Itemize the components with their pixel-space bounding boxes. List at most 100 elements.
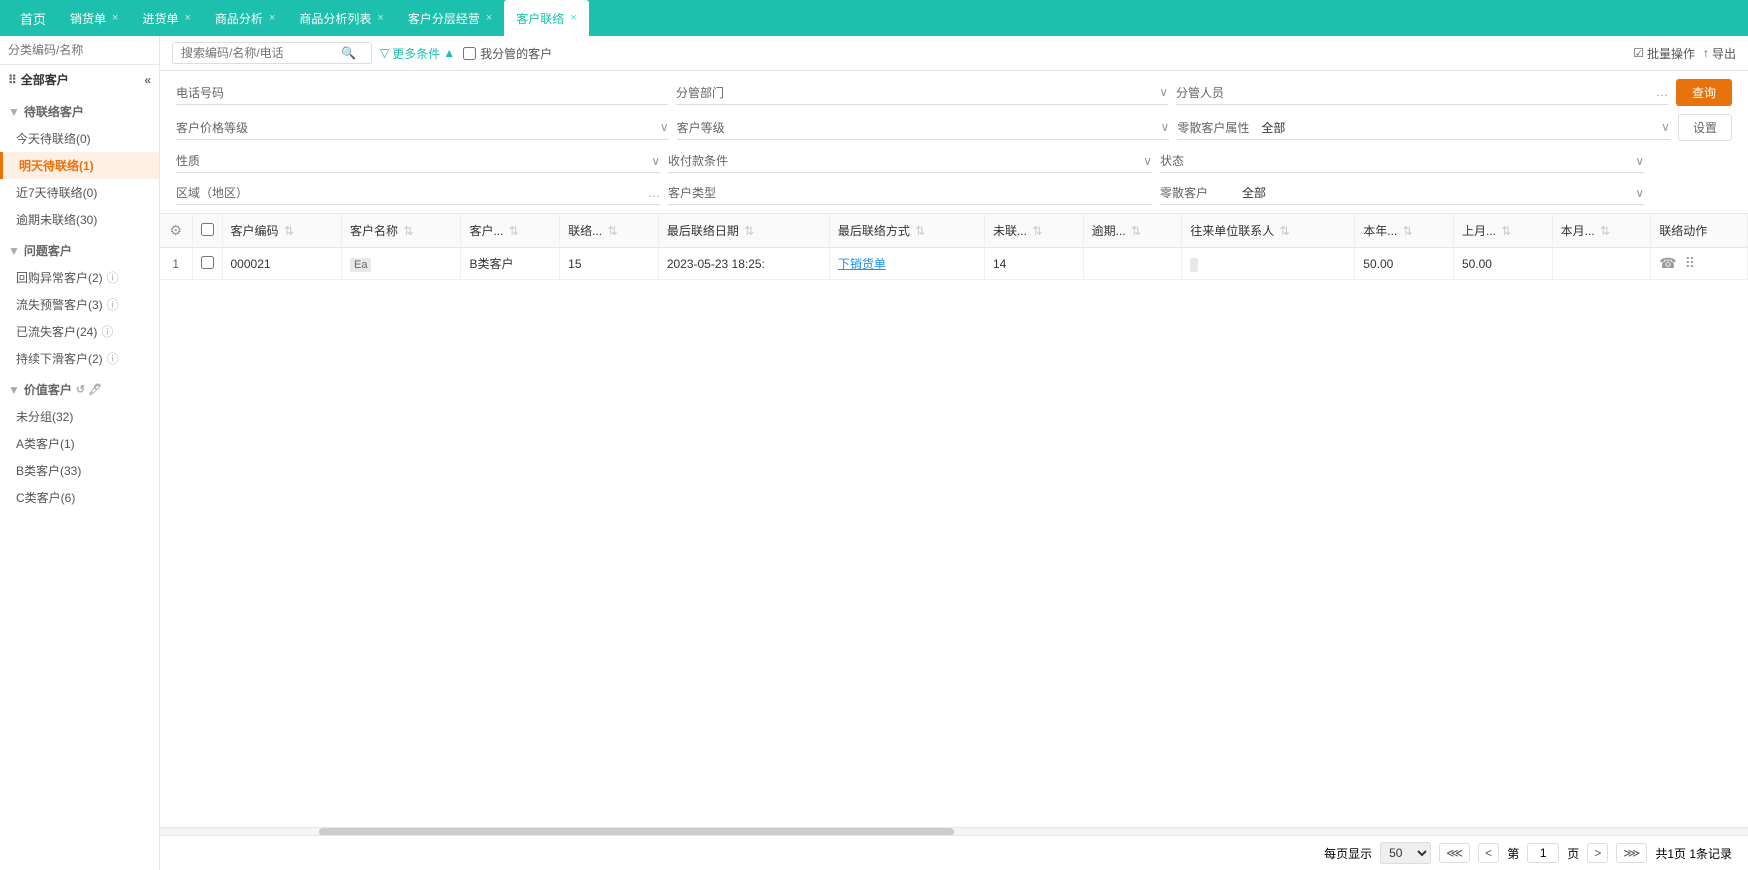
sort-this-month-icon[interactable]: ⇅: [1600, 224, 1610, 238]
my-customers-checkbox[interactable]: [463, 47, 476, 60]
row-checkbox[interactable]: [201, 256, 214, 269]
search-button[interactable]: 🔍: [341, 46, 356, 60]
sort-type-icon[interactable]: ⇅: [509, 224, 519, 238]
filter-status[interactable]: 状态 ∨: [1160, 149, 1644, 173]
collapse-icon[interactable]: «: [144, 73, 151, 87]
sort-this-year-icon[interactable]: ⇅: [1403, 224, 1413, 238]
nav-home[interactable]: 首页: [8, 0, 58, 36]
close-customer-contact-icon[interactable]: ×: [570, 12, 576, 24]
all-customers-label: 全部客户: [21, 71, 69, 88]
customer-level-dropdown-icon[interactable]: ∨: [1161, 120, 1170, 134]
sort-last-date-icon[interactable]: ⇅: [744, 224, 754, 238]
nav-customer-contact[interactable]: 客户联络 ×: [504, 0, 588, 36]
filter-department[interactable]: 分管部门 ∨: [676, 81, 1168, 105]
nature-label: 性质: [176, 152, 246, 169]
retail-label: 零散客户: [1160, 184, 1230, 201]
search-input[interactable]: [181, 46, 341, 60]
sort-last-method-icon[interactable]: ⇅: [915, 224, 925, 238]
page-size-select[interactable]: 50 100 200: [1380, 842, 1431, 864]
sidebar-search-box[interactable]: 🔍: [0, 36, 159, 65]
nav-customer-stratification[interactable]: 客户分层经营 ×: [396, 0, 504, 36]
sidebar-item-overdue-contact[interactable]: 逾期未联络(30): [0, 206, 159, 233]
last-page-button[interactable]: ⋙: [1616, 843, 1647, 863]
manager-more-icon[interactable]: …: [1656, 85, 1668, 99]
action-phone-icon[interactable]: ☎: [1659, 255, 1676, 272]
close-product-analysis-icon[interactable]: ×: [269, 12, 275, 24]
retail-dropdown-icon[interactable]: ∨: [1635, 186, 1644, 200]
page-number-input[interactable]: [1527, 843, 1559, 863]
region-more-icon[interactable]: …: [648, 186, 660, 200]
prev-page-button[interactable]: <: [1478, 843, 1499, 863]
sidebar-item-churn-warning[interactable]: 流失预警客户(3) ⓘ: [0, 291, 159, 318]
status-label: 状态: [1160, 152, 1230, 169]
chevron-up-icon: ▲: [443, 46, 455, 60]
sort-overdue-icon[interactable]: ⇅: [1131, 224, 1141, 238]
sidebar-all-customers-header[interactable]: ⠿ 全部客户 «: [0, 65, 159, 94]
export-button[interactable]: ↑ 导出: [1703, 45, 1736, 62]
sort-uncontacted-icon[interactable]: ⇅: [1032, 224, 1042, 238]
sidebar-search-input[interactable]: [8, 43, 160, 57]
search-box[interactable]: 🔍: [172, 42, 372, 64]
row-last-method[interactable]: 下销货单: [829, 248, 984, 280]
select-all-checkbox[interactable]: [201, 223, 214, 236]
payment-terms-dropdown-icon[interactable]: ∨: [1143, 154, 1152, 168]
filter-price-level[interactable]: 客户价格等级 ∨: [176, 116, 669, 140]
sidebar-item-7days-contact[interactable]: 近7天待联络(0): [0, 179, 159, 206]
close-customer-stratification-icon[interactable]: ×: [486, 12, 492, 24]
nav-product-analysis-list[interactable]: 商品分析列表 ×: [287, 0, 395, 36]
close-purchase-order-icon[interactable]: ×: [184, 12, 190, 24]
more-conditions-button[interactable]: ▽ 更多条件 ▲: [380, 45, 455, 62]
row-checkbox-cell[interactable]: [192, 248, 222, 280]
horizontal-scrollbar[interactable]: [160, 827, 1748, 835]
sidebar-item-abnormal-repurchase[interactable]: 回购异常客户(2) ⓘ: [0, 264, 159, 291]
row-customer-name[interactable]: Ea: [341, 248, 460, 280]
sidebar-item-churned[interactable]: 已流失客户(24) ⓘ: [0, 318, 159, 345]
nature-dropdown-icon[interactable]: ∨: [651, 154, 660, 168]
sort-code-icon[interactable]: ⇅: [284, 224, 294, 238]
last-method-link[interactable]: 下销货单: [838, 257, 886, 271]
sort-last-month-icon[interactable]: ⇅: [1501, 224, 1511, 238]
my-customers-filter[interactable]: 我分管的客户: [463, 45, 552, 62]
close-sales-order-icon[interactable]: ×: [112, 12, 118, 24]
sidebar-item-class-c[interactable]: C类客户(6): [0, 484, 159, 511]
filter-retail[interactable]: 零散客户 全部 ∨: [1160, 181, 1644, 205]
th-settings[interactable]: ⚙: [160, 214, 192, 248]
action-grid-icon[interactable]: ⠿: [1685, 255, 1695, 272]
sort-contacts-icon[interactable]: ⇅: [608, 224, 618, 238]
total-info: 共1页 1条记录: [1655, 845, 1732, 862]
filter-phone[interactable]: 电话号码: [176, 81, 668, 105]
th-checkbox[interactable]: [192, 214, 222, 248]
sidebar-item-tomorrow-contact[interactable]: 明天待联络(1): [0, 152, 159, 179]
nav-product-analysis[interactable]: 商品分析 ×: [203, 0, 287, 36]
filter-nature[interactable]: 性质 ∨: [176, 149, 660, 173]
sidebar-item-today-contact[interactable]: 今天待联络(0): [0, 125, 159, 152]
manager-label: 分管人员: [1176, 84, 1246, 101]
sort-unit-contact-icon[interactable]: ⇅: [1280, 224, 1290, 238]
sidebar-item-class-a[interactable]: A类客户(1): [0, 430, 159, 457]
close-product-analysis-list-icon[interactable]: ×: [377, 12, 383, 24]
price-level-dropdown-icon[interactable]: ∨: [660, 120, 669, 134]
nav-sales-order[interactable]: 销货单 ×: [58, 0, 130, 36]
sidebar-item-class-b[interactable]: B类客户(33): [0, 457, 159, 484]
filter-customer-type[interactable]: 客户类型: [668, 181, 1152, 205]
customer-level-label: 客户等级: [677, 119, 747, 136]
status-dropdown-icon[interactable]: ∨: [1635, 154, 1644, 168]
filter-retail-attr[interactable]: 零散客户属性 全部 ∨: [1177, 116, 1670, 140]
query-button[interactable]: 查询: [1676, 79, 1732, 106]
filter-manager[interactable]: 分管人员 …: [1176, 81, 1668, 105]
sidebar-item-declining[interactable]: 持续下滑客户(2) ⓘ: [0, 345, 159, 372]
filter-payment-terms[interactable]: 收付款条件 ∨: [668, 149, 1152, 173]
sort-name-icon[interactable]: ⇅: [403, 224, 413, 238]
next-page-button[interactable]: >: [1587, 843, 1608, 863]
batch-operation-button[interactable]: ☑ 批量操作: [1633, 45, 1695, 62]
nav-purchase-order[interactable]: 进货单 ×: [130, 0, 202, 36]
reset-button[interactable]: 设置: [1678, 114, 1732, 141]
department-dropdown-icon[interactable]: ∨: [1159, 85, 1168, 99]
column-settings-icon[interactable]: ⚙: [169, 222, 182, 238]
filter-region[interactable]: 区域（地区） …: [176, 181, 660, 205]
retail-attr-dropdown-icon[interactable]: ∨: [1661, 120, 1670, 134]
advanced-filters: 电话号码 分管部门 ∨ 分管人员 … 查询 客户价格等级 ∨: [160, 71, 1748, 214]
sidebar-item-ungrouped[interactable]: 未分组(32): [0, 403, 159, 430]
first-page-button[interactable]: ⋘: [1439, 843, 1470, 863]
filter-customer-level[interactable]: 客户等级 ∨: [677, 116, 1170, 140]
